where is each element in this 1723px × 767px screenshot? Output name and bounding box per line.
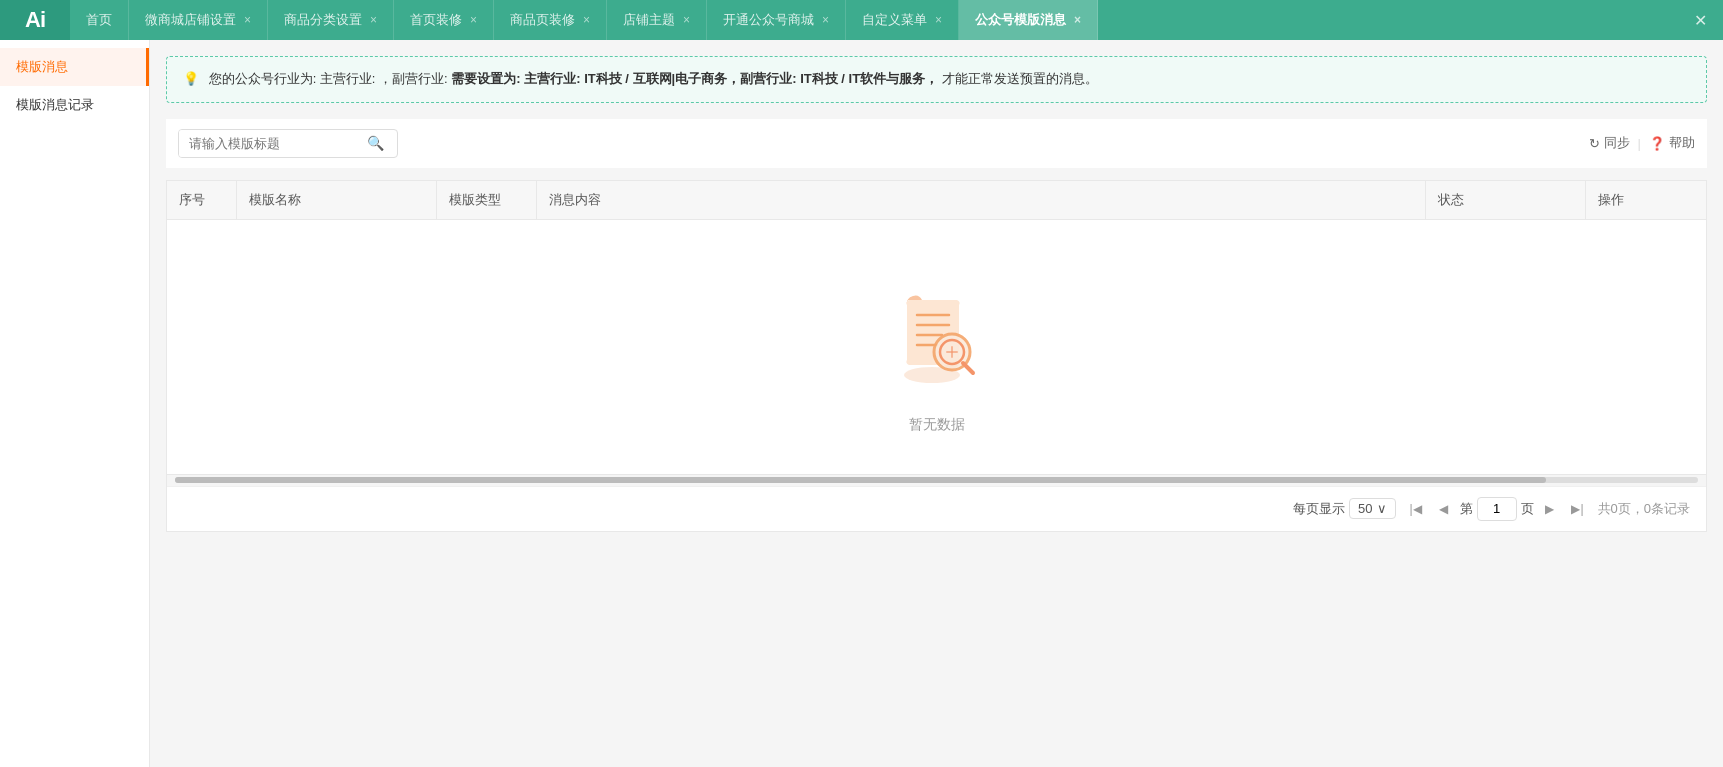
tab-store-theme[interactable]: 店铺主题 × (607, 0, 707, 40)
tab-home-decoration[interactable]: 首页装修 × (394, 0, 494, 40)
tab-close-category-settings[interactable]: × (370, 13, 377, 27)
tab-close-custom-menu[interactable]: × (935, 13, 942, 27)
page-input-wrapper: 第 页 (1460, 497, 1534, 521)
tab-close-shop-settings[interactable]: × (244, 13, 251, 27)
th-name: 模版名称 (237, 181, 437, 219)
empty-icon (877, 280, 997, 400)
help-button[interactable]: ❓ 帮助 (1649, 134, 1695, 152)
tab-category-settings[interactable]: 商品分类设置 × (268, 0, 394, 40)
tab-open-mall[interactable]: 开通公众号商城 × (707, 0, 846, 40)
tab-close-open-mall[interactable]: × (822, 13, 829, 27)
per-page-dropdown[interactable]: 50 ∨ (1349, 498, 1395, 519)
close-all-button[interactable]: ✕ (1678, 11, 1723, 30)
divider: | (1638, 136, 1641, 151)
empty-state: 暂无数据 (167, 220, 1706, 474)
page-last-button[interactable]: ▶| (1566, 497, 1590, 521)
notice-icon: 💡 (183, 71, 199, 86)
svg-line-7 (963, 363, 973, 373)
table-header: 序号 模版名称 模版类型 消息内容 状态 操作 (167, 181, 1706, 220)
sync-button[interactable]: ↻ 同步 (1589, 134, 1630, 152)
page-next-button[interactable]: ▶ (1538, 497, 1562, 521)
tab-home[interactable]: 首页 (70, 0, 129, 40)
sidebar: 模版消息 模版消息记录 (0, 40, 150, 767)
main-layout: 模版消息 模版消息记录 💡 您的公众号行业为: 主营行业: ，副营行业: 需要设… (0, 40, 1723, 767)
th-seq: 序号 (167, 181, 237, 219)
sidebar-item-template-msg[interactable]: 模版消息 (0, 48, 149, 86)
page-prev-button[interactable]: ◀ (1432, 497, 1456, 521)
toolbar-right: ↻ 同步 | ❓ 帮助 (1589, 134, 1695, 152)
tab-shop-settings[interactable]: 微商城店铺设置 × (129, 0, 268, 40)
tab-close-product-decoration[interactable]: × (583, 13, 590, 27)
tab-custom-menu[interactable]: 自定义菜单 × (846, 0, 959, 40)
tab-template-message[interactable]: 公众号模版消息 × (959, 0, 1098, 40)
content-area: 💡 您的公众号行业为: 主营行业: ，副营行业: 需要设置为: 主营行业: IT… (150, 40, 1723, 767)
th-content: 消息内容 (537, 181, 1426, 219)
th-action: 操作 (1586, 181, 1706, 219)
pagination: 每页显示 50 ∨ |◀ ◀ 第 页 ▶ ▶| (167, 486, 1706, 531)
help-icon: ❓ (1649, 136, 1665, 151)
logo: Ai (0, 0, 70, 40)
page-first-button[interactable]: |◀ (1404, 497, 1428, 521)
search-bar: 🔍 ↻ 同步 | ❓ 帮助 (166, 119, 1707, 168)
th-status: 状态 (1426, 181, 1586, 219)
scroll-track (175, 477, 1698, 483)
tab-close-store-theme[interactable]: × (683, 13, 690, 27)
tab-close-template-message[interactable]: × (1074, 13, 1081, 27)
search-button[interactable]: 🔍 (359, 135, 392, 151)
sync-icon: ↻ (1589, 136, 1600, 151)
search-input[interactable] (179, 130, 359, 157)
tab-close-home-decoration[interactable]: × (470, 13, 477, 27)
tab-product-decoration[interactable]: 商品页装修 × (494, 0, 607, 40)
chevron-down-icon: ∨ (1377, 501, 1387, 516)
notice-box: 💡 您的公众号行业为: 主营行业: ，副营行业: 需要设置为: 主营行业: IT… (166, 56, 1707, 103)
th-type: 模版类型 (437, 181, 537, 219)
tab-bar: Ai 首页 微商城店铺设置 × 商品分类设置 × 首页装修 × 商品页装修 × … (0, 0, 1723, 40)
page-nav: |◀ ◀ 第 页 ▶ ▶| (1404, 497, 1590, 521)
page-input[interactable] (1477, 497, 1517, 521)
per-page-select: 每页显示 50 ∨ (1293, 498, 1395, 519)
search-input-wrapper: 🔍 (178, 129, 398, 158)
total-info: 共0页，0条记录 (1598, 500, 1690, 518)
scroll-bar-area[interactable] (167, 474, 1706, 486)
search-icon: 🔍 (367, 135, 384, 151)
scroll-thumb (175, 477, 1546, 483)
data-table: 序号 模版名称 模版类型 消息内容 状态 操作 (166, 180, 1707, 532)
sidebar-item-template-log[interactable]: 模版消息记录 (0, 86, 149, 124)
empty-text: 暂无数据 (909, 416, 965, 434)
